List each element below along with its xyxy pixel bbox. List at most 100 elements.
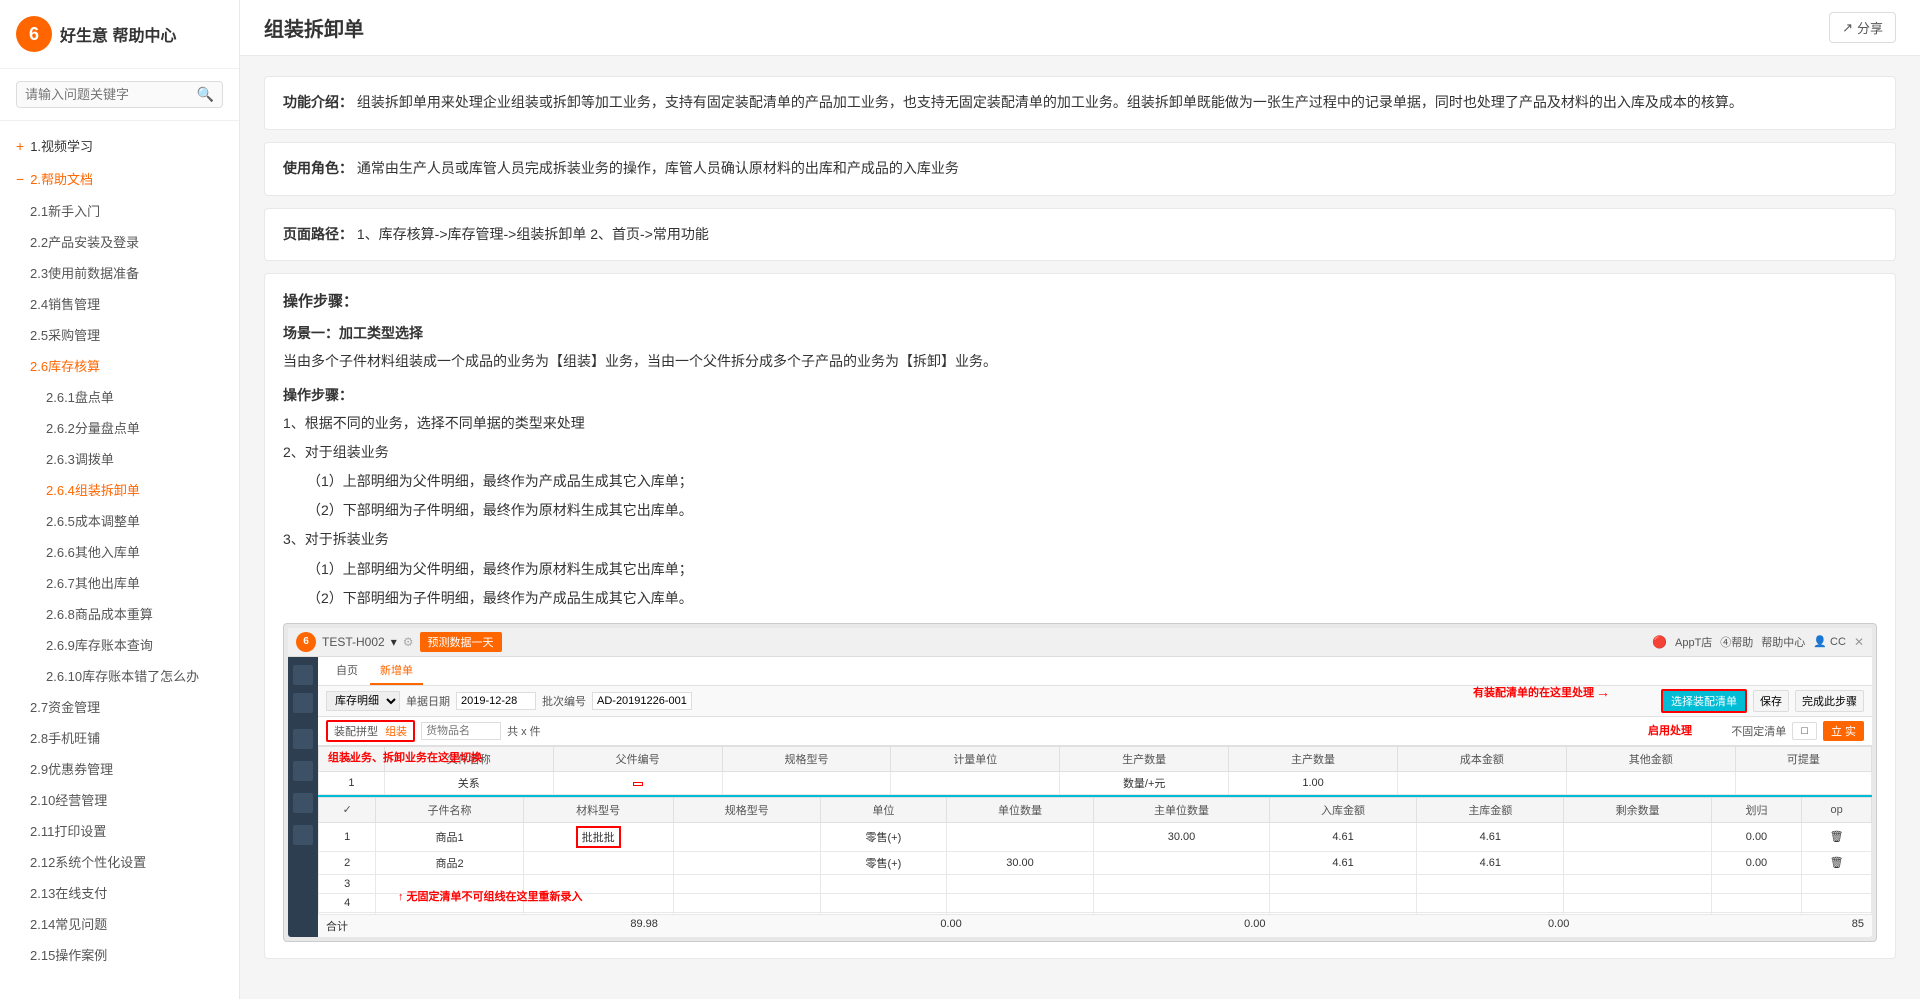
sidebar-item-2-6-8[interactable]: 2.6.8商品成本重算: [0, 598, 239, 629]
sidebar-item-2-3[interactable]: 2.3使用前数据准备: [0, 257, 239, 288]
ss-col-child-name: 子件名称: [376, 797, 523, 822]
ss-col-main-amount: 主库金额: [1417, 797, 1564, 822]
sidebar-item-2-9[interactable]: 2.9优惠券管理: [0, 753, 239, 784]
ss-total-label: 合计: [326, 918, 348, 934]
sidebar-item-2-1[interactable]: 2.1新手入门: [0, 195, 239, 226]
ss-confirm-btn[interactable]: 立 实: [1823, 721, 1864, 741]
expand-icon-1: +: [16, 138, 24, 154]
ss-side-icon-6[interactable]: [293, 825, 313, 845]
ss-toolbar: 库存明细 单据日期 批次编号 有装配清单的在这里处理 →: [318, 686, 1872, 717]
cell-unit2: 零售(+): [820, 851, 946, 874]
sidebar-item-2-6-3[interactable]: 2.6.3调拨单: [0, 443, 239, 474]
cell-material: 批批批: [523, 822, 673, 851]
cell-idx: 2: [319, 851, 376, 874]
page-title: 组装拆卸单: [264, 13, 364, 42]
sidebar-item-2-6-6[interactable]: 2.6.6其他入库单: [0, 536, 239, 567]
ss-product-input[interactable]: [421, 722, 501, 740]
ss-gudingqingdan-label: 不固定清单: [1731, 723, 1786, 739]
ss-side-icon-3[interactable]: [293, 729, 313, 749]
ss-side-icon-1[interactable]: [293, 665, 313, 685]
sidebar-item-1[interactable]: + 1.视频学习: [0, 129, 239, 162]
cell-main-unit-qty: [1094, 851, 1270, 874]
cell-material: [523, 851, 673, 874]
expand-icon-2: −: [16, 171, 24, 187]
ss-type-select[interactable]: 库存明细: [326, 691, 400, 711]
cell-main-unit-qty: 30.00: [1094, 822, 1270, 851]
sidebar-item-2-7[interactable]: 2.7资金管理: [0, 691, 239, 722]
sidebar-item-2-1-label: 2.1新手入门: [30, 201, 100, 220]
sidebar-item-2-13[interactable]: 2.13在线支付: [0, 877, 239, 908]
sidebar-item-2-6-4[interactable]: 2.6.4组装拆卸单: [0, 474, 239, 505]
cell-idx: 1: [319, 771, 385, 794]
ss-product-search: [421, 722, 501, 740]
sidebar-item-2-12[interactable]: 2.12系统个性化设置: [0, 846, 239, 877]
ss-zhuangpei-label: 装配拼型: [334, 726, 378, 738]
sidebar-item-2-10[interactable]: 2.10经营管理: [0, 784, 239, 815]
sidebar-item-2[interactable]: − 2.帮助文档: [0, 162, 239, 195]
ss-body: 自页 新增单 库存明细 单据日期 批次编号: [288, 657, 1872, 937]
ss-date-input[interactable]: [456, 692, 536, 710]
ss-col-in-amount: 入库金额: [1269, 797, 1416, 822]
search-input[interactable]: [25, 87, 197, 102]
content-area: 功能介绍： 组装拆卸单用来处理企业组装或拆卸等加工业务，支持有固定装配清单的产品…: [240, 56, 1920, 999]
ss-side-icon-2[interactable]: [293, 693, 313, 713]
cell-idx: 1: [319, 822, 376, 851]
feature-intro-text: 组装拆卸单用来处理企业组装或拆卸等加工业务，支持有固定装配清单的产品加工业务，也…: [357, 94, 1743, 110]
sidebar: 6 好生意 帮助中心 🔍 + 1.视频学习 − 2.帮助文档 2.1新手入门 2…: [0, 0, 240, 999]
ss-checkbox-area[interactable]: □: [1792, 722, 1817, 740]
table-row: 1 商品1 批批批 零售(+) 30: [319, 822, 1872, 851]
share-button[interactable]: ↗ 分享: [1829, 12, 1896, 43]
sidebar-item-2-6-3-label: 2.6.3调拨单: [46, 449, 114, 468]
sidebar-item-2-8-label: 2.8手机旺铺: [30, 728, 100, 747]
sidebar-item-2-2[interactable]: 2.2产品安装及登录: [0, 226, 239, 257]
ss-save-btn[interactable]: 保存: [1753, 690, 1789, 712]
sidebar-item-2-6-7-label: 2.6.7其他出库单: [46, 573, 140, 592]
sidebar-item-2-5[interactable]: 2.5采购管理: [0, 319, 239, 350]
top-bar: 组装拆卸单 ↗ 分享: [240, 0, 1920, 56]
ss-tab-new[interactable]: 新增单: [370, 657, 423, 685]
cell-unit2: 零售(+): [820, 822, 946, 851]
sidebar-item-2-6-9-label: 2.6.9库存账本查询: [46, 635, 153, 654]
sidebar-item-2-5-label: 2.5采购管理: [30, 325, 100, 344]
step3-2: （2）下部明细为子件明细，最终作为产成品生成其它入库单。: [283, 586, 1877, 611]
sidebar-item-2-6-9[interactable]: 2.6.9库存账本查询: [0, 629, 239, 660]
sidebar-item-2-6-2[interactable]: 2.6.2分量盘点单: [0, 412, 239, 443]
ss-number-input[interactable]: [592, 692, 692, 710]
ss-tab-home[interactable]: 自页: [326, 657, 368, 685]
step2: 2、对于组装业务: [283, 440, 1877, 465]
ss-logo: 6: [296, 632, 316, 652]
ss-side-icon-4[interactable]: [293, 761, 313, 781]
sidebar-item-2-6[interactable]: 2.6库存核算: [0, 350, 239, 381]
ss-refresh-btn[interactable]: 预测数据一天: [420, 632, 502, 652]
app-name: 好生意 帮助中心: [60, 22, 176, 46]
ss-notice-icon: 🔴: [1652, 635, 1667, 649]
sidebar-item-2-6-1[interactable]: 2.6.1盘点单: [0, 381, 239, 412]
sidebar-item-2-6-8-label: 2.6.8商品成本重算: [46, 604, 153, 623]
sidebar-item-2-15[interactable]: 2.15操作案例: [0, 939, 239, 970]
sidebar-item-2-8[interactable]: 2.8手机旺铺: [0, 722, 239, 753]
cell-op: 🗑: [1802, 851, 1872, 874]
sidebar-item-2-label: 2.帮助文档: [30, 169, 93, 188]
sidebar-item-2-6-4-label: 2.6.4组装拆卸单: [46, 480, 140, 499]
sidebar-item-1-label: 1.视频学习: [30, 136, 93, 155]
screenshot-container: 6 TEST-H002 ▾ ⚙ 预测数据一天 🔴 AppT店 ④帮助 帮助中心 …: [283, 623, 1877, 942]
ss-date-label: 单据日期: [406, 693, 450, 709]
ss-close-icon[interactable]: ✕: [1854, 635, 1864, 649]
table-row: 1 关系 数量/+元 1.00: [319, 771, 1872, 794]
sidebar-item-2-6-5[interactable]: 2.6.5成本调整单: [0, 505, 239, 536]
ss-complete-btn[interactable]: 完成此步骤: [1795, 690, 1864, 712]
cell-code-box: [633, 782, 643, 786]
sidebar-item-2-4[interactable]: 2.4销售管理: [0, 288, 239, 319]
search-box[interactable]: 🔍: [16, 81, 223, 108]
ss-side-icon-5[interactable]: [293, 793, 313, 813]
scene1-desc: 当由多个子件材料组装成一个成品的业务为【组装】业务，当由一个父件拆分成多个子产品…: [283, 349, 1877, 374]
sidebar-item-2-6-7[interactable]: 2.6.7其他出库单: [0, 567, 239, 598]
ss-upper-table-area: ✓ 父件名称 父件编号 规格型号 计量单位 生产数量 主产数量 成本金额: [318, 746, 1872, 797]
cell-remain: [1564, 822, 1711, 851]
ss-col-produce-qty: 生产数量: [1060, 746, 1229, 771]
sidebar-item-2-14[interactable]: 2.14常见问题: [0, 908, 239, 939]
ss-row-count-label: 共 x 件: [507, 723, 541, 739]
sidebar-item-2-11[interactable]: 2.11打印设置: [0, 815, 239, 846]
ss-select-bom-btn[interactable]: 选择装配清单: [1661, 689, 1747, 713]
sidebar-item-2-6-10[interactable]: 2.6.10库存账本错了怎么办: [0, 660, 239, 691]
